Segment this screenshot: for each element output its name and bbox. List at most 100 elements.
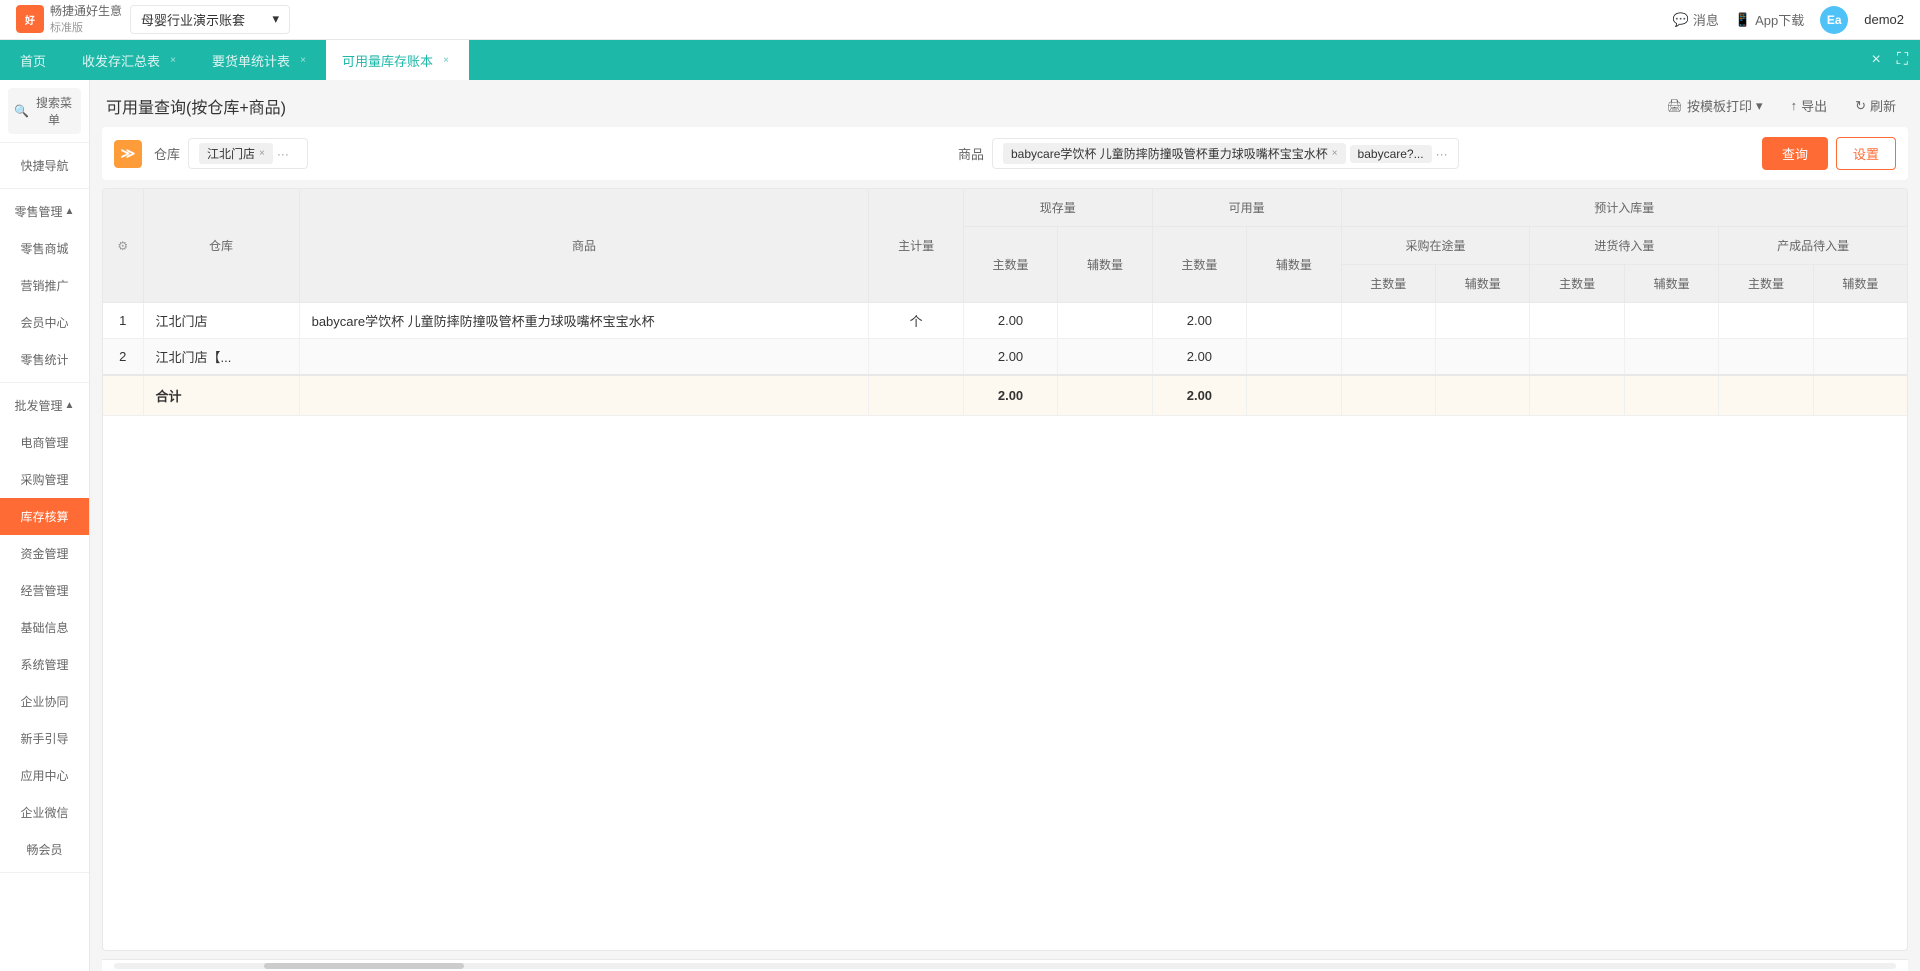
sidebar-item-enterprise-wechat[interactable]: 企业微信 — [0, 794, 89, 831]
row-2-product-aux — [1813, 339, 1907, 376]
tab-inventory[interactable]: 可用量库存账本 × — [326, 40, 469, 80]
product-more-icon[interactable]: ··· — [1436, 147, 1448, 161]
row-2-unit — [869, 339, 963, 376]
row-1-avail-main: 2.00 — [1152, 303, 1246, 339]
product-tag-1-remove[interactable]: × — [1332, 148, 1338, 159]
refresh-button[interactable]: ↻ 刷新 — [1847, 92, 1904, 119]
filter-actions: 查询 设置 — [1762, 137, 1896, 170]
sidebar-inventory-label: 库存核算 — [20, 508, 68, 525]
th-current-aux: 辅数量 — [1058, 227, 1152, 303]
footer-inbound-aux — [1624, 375, 1718, 416]
row-1-warehouse: 江北门店 — [143, 303, 299, 339]
sidebar-nav: 快捷导航 — [0, 143, 89, 189]
filter-expand-button[interactable]: ≫ — [114, 140, 142, 168]
sidebar-member-label: 会员中心 — [20, 314, 68, 331]
sidebar-item-system[interactable]: 系统管理 — [0, 646, 89, 683]
top-bar-right: 💬 消息 📱 App下载 Ea demo2 — [1673, 6, 1904, 34]
th-purchase-transit: 采购在途量 — [1341, 227, 1530, 265]
industry-label: 母婴行业演示账套 — [141, 10, 245, 29]
sidebar-item-enterprise[interactable]: 企业协同 — [0, 683, 89, 720]
sidebar-retail-mgmt-label: 零售管理 — [15, 203, 63, 220]
sidebar-item-inventory-check[interactable]: 库存核算 — [0, 498, 89, 535]
sidebar-item-quick-nav[interactable]: 快捷导航 — [0, 149, 89, 182]
row-1-purchase-main — [1341, 303, 1435, 339]
row-2-product-main — [1719, 339, 1813, 376]
settings-gear-icon[interactable]: ⚙ — [117, 239, 128, 253]
th-product: 商品 — [299, 189, 869, 303]
row-1-product-main — [1719, 303, 1813, 339]
fullscreen-button[interactable]: ⛶ — [1893, 47, 1912, 73]
warehouse-filter-input[interactable]: 江北门店 × ··· — [188, 138, 308, 169]
warehouse-tag-remove[interactable]: × — [259, 148, 265, 159]
th-product-aux: 辅数量 — [1813, 265, 1907, 303]
scroll-thumb[interactable] — [264, 963, 464, 969]
user-name[interactable]: demo2 — [1864, 12, 1904, 27]
export-button[interactable]: ↑ 导出 — [1783, 92, 1836, 119]
sidebar-item-finance[interactable]: 资金管理 — [0, 535, 89, 572]
filter-group-warehouse: 仓库 江北门店 × ··· — [154, 138, 946, 169]
footer-current-main: 2.00 — [963, 375, 1057, 416]
sidebar-item-basic-info[interactable]: 基础信息 — [0, 609, 89, 646]
tab-order[interactable]: 要货单统计表 × — [196, 40, 326, 80]
row-2-purchase-main — [1341, 339, 1435, 376]
tab-order-close[interactable]: × — [296, 53, 310, 67]
logo-area: 好 畅捷通好生意 标准版 — [16, 4, 122, 34]
th-estimated-inbound: 预计入库量 — [1341, 189, 1907, 227]
row-2-current-main: 2.00 — [963, 339, 1057, 376]
user-avatar: Ea — [1820, 6, 1848, 34]
sidebar-item-wholesale[interactable]: 批发管理 ▲ — [0, 387, 89, 424]
close-all-button[interactable]: × — [1867, 47, 1884, 73]
sidebar-app-center-label: 应用中心 — [20, 767, 68, 784]
sidebar-retail-stats-label: 零售统计 — [20, 351, 68, 368]
sidebar-item-vip[interactable]: 畅会员 — [0, 831, 89, 868]
sidebar-basic-info-label: 基础信息 — [20, 619, 68, 636]
sidebar-item-retail-mgmt[interactable]: 零售管理 ▲ — [0, 193, 89, 230]
th-inbound-aux: 辅数量 — [1624, 265, 1718, 303]
table-row: 1 江北门店 babycare学饮杯 儿童防摔防撞吸管杯重力球吸嘴杯宝宝水杯 个… — [103, 303, 1907, 339]
product-tag-1: babycare学饮杯 儿童防摔防撞吸管杯重力球吸嘴杯宝宝水杯 × — [1003, 143, 1346, 164]
message-label: 消息 — [1693, 10, 1719, 29]
sidebar-item-new-guide[interactable]: 新手引导 — [0, 720, 89, 757]
sidebar-item-member[interactable]: 会员中心 — [0, 304, 89, 341]
th-product-pending: 产成品待入量 — [1719, 227, 1907, 265]
print-icon: 🖨 — [1667, 98, 1684, 114]
sidebar-item-business[interactable]: 经营管理 — [0, 572, 89, 609]
tab-receive-close[interactable]: × — [166, 53, 180, 67]
settings-button[interactable]: 设置 — [1836, 137, 1896, 170]
sidebar-enterprise-label: 企业协同 — [20, 693, 68, 710]
sidebar-item-app-center[interactable]: 应用中心 — [0, 757, 89, 794]
row-1-num: 1 — [103, 303, 143, 339]
warehouse-more-icon[interactable]: ··· — [277, 147, 289, 161]
tab-receive[interactable]: 收发存汇总表 × — [66, 40, 196, 80]
app-icon: 📱 — [1735, 12, 1751, 28]
sidebar-item-purchase[interactable]: 采购管理 — [0, 461, 89, 498]
sidebar-purchase-label: 采购管理 — [20, 471, 68, 488]
search-menu-button[interactable]: 🔍 搜索菜单 — [8, 88, 81, 134]
refresh-label: 刷新 — [1870, 96, 1896, 115]
sidebar-item-marketing[interactable]: 营销推广 — [0, 267, 89, 304]
sidebar-vip-label: 畅会员 — [26, 841, 62, 858]
footer-product-main — [1719, 375, 1813, 416]
industry-selector[interactable]: 母婴行业演示账套 ▾ — [130, 5, 290, 34]
sidebar-system-label: 系统管理 — [20, 656, 68, 673]
tab-home[interactable]: 首页 — [0, 40, 66, 80]
footer-purchase-aux — [1435, 375, 1529, 416]
row-2-num: 2 — [103, 339, 143, 376]
sidebar-item-retail-stats[interactable]: 零售统计 — [0, 341, 89, 378]
product-filter-input[interactable]: babycare学饮杯 儿童防摔防撞吸管杯重力球吸嘴杯宝宝水杯 × babyca… — [992, 138, 1459, 169]
th-warehouse: 仓库 — [143, 189, 299, 303]
message-action[interactable]: 💬 消息 — [1673, 10, 1719, 29]
sidebar-ecommerce-label: 电商管理 — [20, 434, 68, 451]
query-button[interactable]: 查询 — [1762, 137, 1828, 170]
inventory-table: ⚙ 仓库 商品 主计量 现存量 可用量 预计入库量 主数量 辅数量 主数量 辅数… — [103, 189, 1907, 416]
export-icon: ↑ — [1791, 98, 1798, 113]
print-button[interactable]: 🖨 按模板打印 ▾ — [1659, 92, 1771, 119]
footer-purchase-main — [1341, 375, 1435, 416]
footer-empty-3 — [869, 375, 963, 416]
tab-inventory-close[interactable]: × — [439, 53, 453, 67]
sidebar-item-retail-mall[interactable]: 零售商城 — [0, 230, 89, 267]
footer-product-aux — [1813, 375, 1907, 416]
th-avail-aux: 辅数量 — [1247, 227, 1341, 303]
app-download-action[interactable]: 📱 App下载 — [1735, 10, 1804, 29]
sidebar-item-ecommerce[interactable]: 电商管理 — [0, 424, 89, 461]
